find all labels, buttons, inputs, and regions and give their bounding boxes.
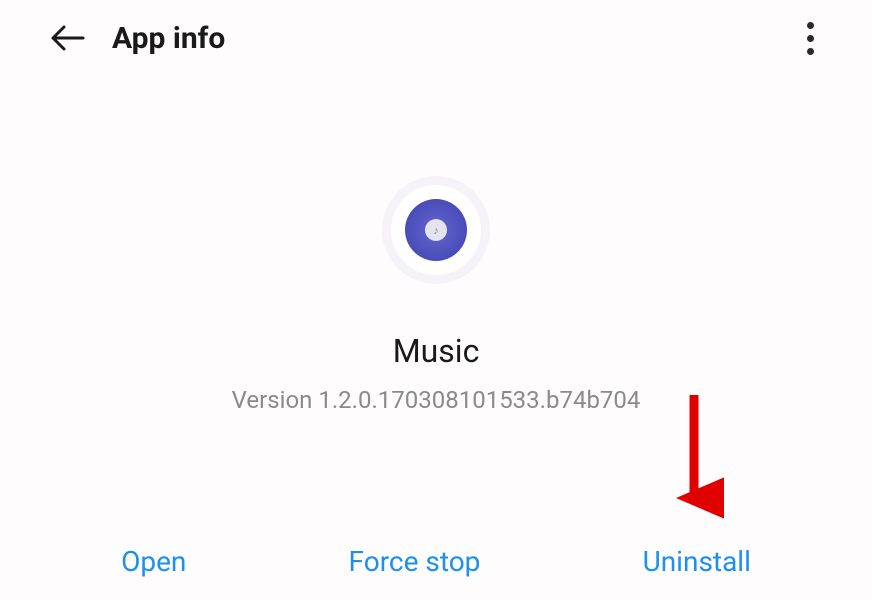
header-bar: App info [0, 0, 872, 76]
dot-icon [807, 48, 814, 55]
open-button[interactable]: Open [121, 545, 186, 578]
uninstall-button[interactable]: Uninstall [643, 545, 751, 578]
music-disc-icon: ♪ [405, 199, 467, 261]
more-menu-icon[interactable] [790, 14, 830, 62]
force-stop-button[interactable]: Force stop [349, 545, 481, 578]
page-title: App info [112, 21, 225, 56]
dot-icon [807, 22, 814, 29]
dot-icon [807, 35, 814, 42]
app-icon: ♪ [382, 176, 490, 284]
action-row: Open Force stop Uninstall [0, 545, 872, 578]
arrow-left-icon [51, 25, 85, 51]
app-name: Music [393, 332, 480, 370]
music-note-icon: ♪ [425, 219, 447, 241]
back-arrow-icon[interactable] [48, 18, 88, 58]
app-version: Version 1.2.0.170308101533.b74b704 [232, 386, 641, 414]
app-info-main: ♪ Music Version 1.2.0.170308101533.b74b7… [0, 176, 872, 414]
